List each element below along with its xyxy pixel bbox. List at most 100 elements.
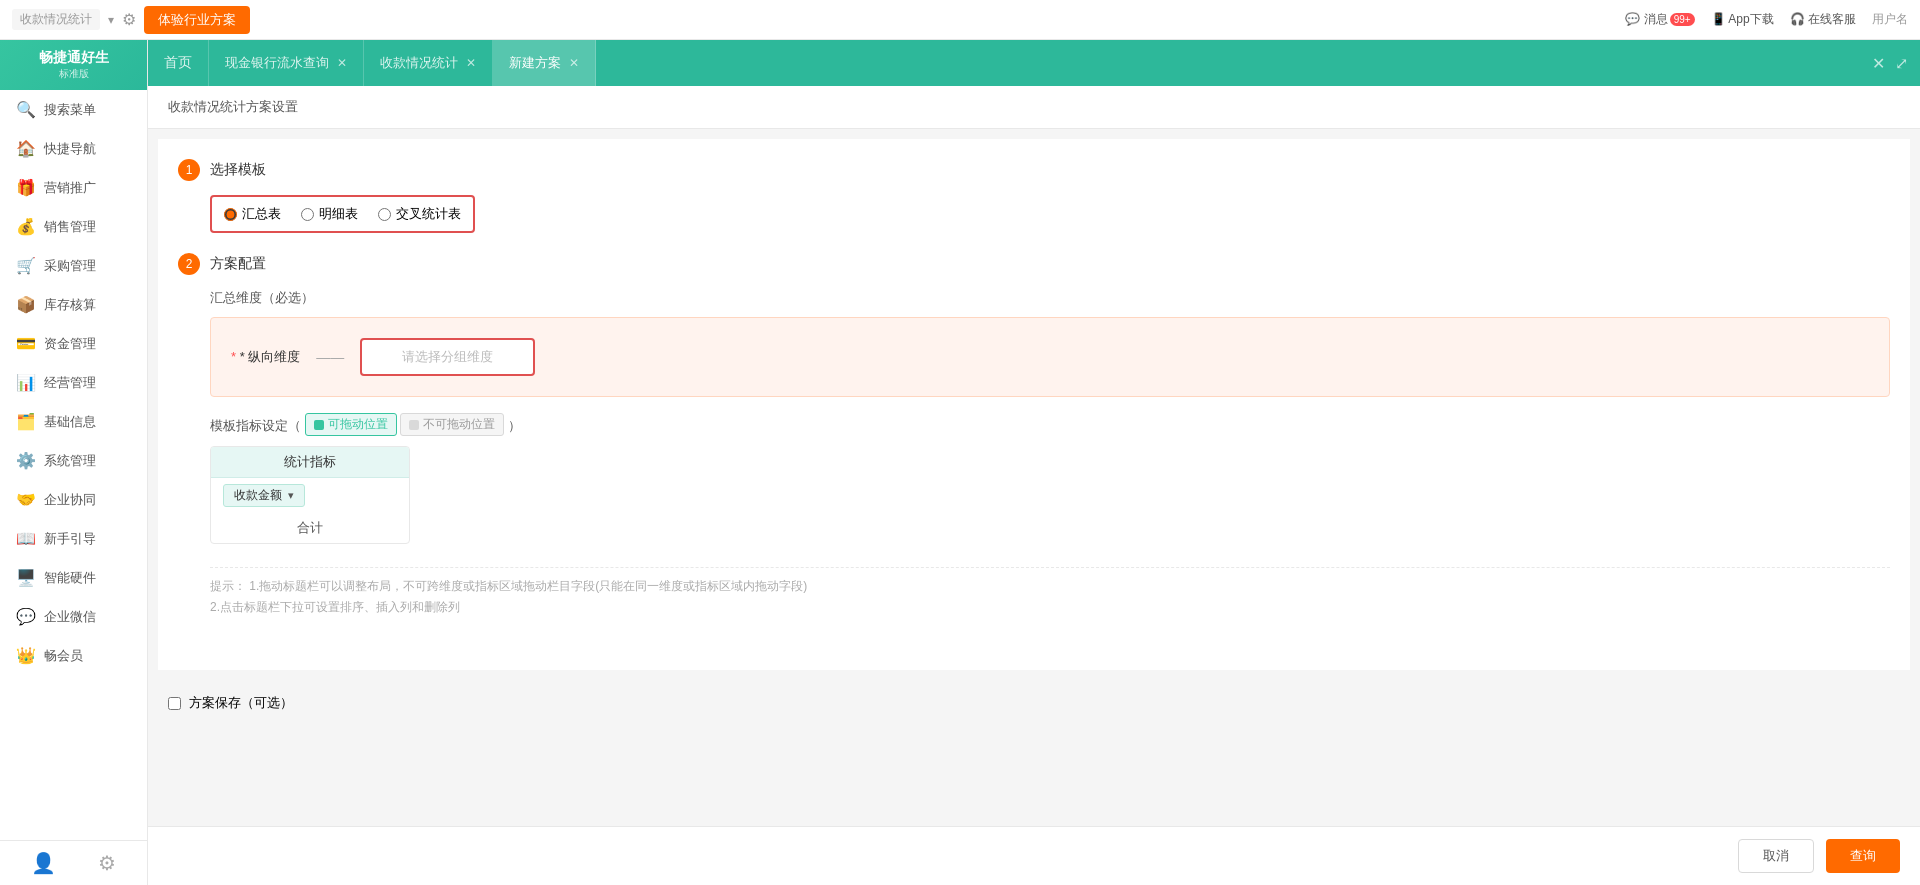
settings-icon: ⚙️ bbox=[16, 451, 36, 470]
metric-config-header: 模板指标设定（ 可拖动位置 不可拖动位置 bbox=[210, 413, 1890, 436]
hint-area: 提示： 1.拖动标题栏可以调整布局，不可跨维度或指标区域拖动栏目字段(只能在同一… bbox=[210, 567, 1890, 630]
search-icon: 🔍 bbox=[16, 100, 36, 119]
crown-icon: 👑 bbox=[16, 646, 36, 665]
notice-badge: 99+ bbox=[1670, 13, 1695, 26]
sidebar-bottom: 👤 ⚙ bbox=[0, 840, 147, 885]
metric-cell: 收款金额 ▾ bbox=[211, 478, 409, 513]
cart-icon: 🛒 bbox=[16, 256, 36, 275]
metric-dropdown-icon[interactable]: ▾ bbox=[288, 489, 294, 502]
sidebar-item-quick-nav[interactable]: 🏠 快捷导航 bbox=[0, 129, 147, 168]
page-content: 收款情况统计方案设置 1 选择模板 汇总表 bbox=[148, 86, 1920, 826]
sidebar-item-wechat[interactable]: 💬 企业微信 bbox=[0, 597, 147, 636]
dimension-label: 汇总维度（必选） bbox=[210, 289, 1890, 307]
dimension-placeholder[interactable]: 请选择分组维度 bbox=[360, 338, 535, 376]
sidebar-item-search-menu[interactable]: 🔍 搜索菜单 bbox=[0, 90, 147, 129]
tab-collection-stat[interactable]: 收款情况统计 ✕ bbox=[364, 40, 493, 86]
tab-bank-flow[interactable]: 现金银行流水查询 ✕ bbox=[209, 40, 364, 86]
metric-tag[interactable]: 收款金额 ▾ bbox=[223, 484, 305, 507]
sidebar-item-marketing[interactable]: 🎁 营销推广 bbox=[0, 168, 147, 207]
trial-button[interactable]: 体验行业方案 bbox=[144, 6, 250, 34]
dimension-row: * * 纵向维度 —— 请选择分组维度 bbox=[231, 338, 1869, 376]
sidebar-item-system[interactable]: ⚙️ 系统管理 bbox=[0, 441, 147, 480]
sidebar-label: 系统管理 bbox=[44, 452, 96, 470]
notice-button[interactable]: 💬 消息99+ bbox=[1625, 11, 1694, 28]
step1-badge: 1 bbox=[178, 159, 200, 181]
draggable-badge: 可拖动位置 bbox=[305, 413, 397, 436]
card-icon: 💳 bbox=[16, 334, 36, 353]
logo-text: 畅捷通好生 bbox=[39, 49, 109, 67]
metric-sub-row: 合计 bbox=[211, 513, 409, 543]
tab-home[interactable]: 首页 bbox=[148, 40, 209, 86]
tab-collection-stat-close[interactable]: ✕ bbox=[466, 56, 476, 70]
radio-summary[interactable]: 汇总表 bbox=[224, 205, 281, 223]
radio-cross[interactable]: 交叉统计表 bbox=[378, 205, 461, 223]
hint-line-1: 提示： 1.拖动标题栏可以调整布局，不可跨维度或指标区域拖动栏目字段(只能在同一… bbox=[210, 578, 1890, 595]
tab-bank-flow-close[interactable]: ✕ bbox=[337, 56, 347, 70]
monitor-icon: 🖥️ bbox=[16, 568, 36, 587]
sidebar-item-finance[interactable]: 💳 资金管理 bbox=[0, 324, 147, 363]
top-bar: 收款情况统计 ▾ ⚙ 体验行业方案 💬 消息99+ 📱 App下载 🎧 在线客服… bbox=[0, 0, 1920, 40]
sidebar-label: 销售管理 bbox=[44, 218, 96, 236]
save-checkbox[interactable] bbox=[168, 697, 181, 710]
sidebar-label: 资金管理 bbox=[44, 335, 96, 353]
sidebar-label: 营销推广 bbox=[44, 179, 96, 197]
money-icon: 💰 bbox=[16, 217, 36, 236]
tab-bar: 首页 现金银行流水查询 ✕ 收款情况统计 ✕ 新建方案 ✕ ✕ ⤢ bbox=[148, 40, 1920, 86]
tab-home-label: 首页 bbox=[164, 54, 192, 72]
gear-icon[interactable]: ⚙ bbox=[122, 10, 136, 29]
sidebar-item-inventory[interactable]: 📦 库存核算 bbox=[0, 285, 147, 324]
sidebar-item-guide[interactable]: 📖 新手引导 bbox=[0, 519, 147, 558]
top-bar-right: 💬 消息99+ 📱 App下载 🎧 在线客服 用户名 bbox=[1625, 11, 1908, 28]
sidebar-item-operations[interactable]: 📊 经营管理 bbox=[0, 363, 147, 402]
sidebar-label: 采购管理 bbox=[44, 257, 96, 275]
step2-content: 汇总维度（必选） * * 纵向维度 —— 请选择分组维度 bbox=[210, 289, 1890, 630]
settings-bottom-icon[interactable]: ⚙ bbox=[98, 851, 116, 875]
radio-cross-label: 交叉统计表 bbox=[396, 205, 461, 223]
sidebar-label: 新手引导 bbox=[44, 530, 96, 548]
radio-summary-input[interactable] bbox=[224, 208, 237, 221]
query-button[interactable]: 查询 bbox=[1826, 839, 1900, 873]
tab-expand-icon[interactable]: ⤢ bbox=[1895, 54, 1908, 73]
tab-close-all-icon[interactable]: ✕ bbox=[1872, 54, 1885, 73]
sidebar-item-basic-info[interactable]: 🗂️ 基础信息 bbox=[0, 402, 147, 441]
cancel-button[interactable]: 取消 bbox=[1738, 839, 1814, 873]
sidebar-item-purchase[interactable]: 🛒 采购管理 bbox=[0, 246, 147, 285]
step1-header: 1 选择模板 bbox=[178, 159, 1890, 181]
chart-icon: 📊 bbox=[16, 373, 36, 392]
tab-new-plan-close[interactable]: ✕ bbox=[569, 56, 579, 70]
sidebar-label: 库存核算 bbox=[44, 296, 96, 314]
download-button[interactable]: 📱 App下载 bbox=[1711, 11, 1774, 28]
home-icon: 🏠 bbox=[16, 139, 36, 158]
metric-tag-label: 收款金额 bbox=[234, 487, 282, 504]
sidebar-item-cooperation[interactable]: 🤝 企业协同 bbox=[0, 480, 147, 519]
step2-section: 2 方案配置 汇总维度（必选） * * 纵向维度 —— bbox=[178, 253, 1890, 630]
sidebar: 畅捷通好生 标准版 🔍 搜索菜单 🏠 快捷导航 🎁 营销推广 💰 销售管理 🛒 … bbox=[0, 40, 148, 885]
non-draggable-badge: 不可拖动位置 bbox=[400, 413, 504, 436]
sidebar-item-sales[interactable]: 💰 销售管理 bbox=[0, 207, 147, 246]
radio-detail-input[interactable] bbox=[301, 208, 314, 221]
tab-bar-actions: ✕ ⤢ bbox=[1860, 40, 1920, 86]
sidebar-item-hardware[interactable]: 🖥️ 智能硬件 bbox=[0, 558, 147, 597]
folder-icon: 🗂️ bbox=[16, 412, 36, 431]
footer-bar: 取消 查询 bbox=[148, 826, 1920, 885]
logo-sub: 标准版 bbox=[59, 67, 89, 81]
tab-new-plan[interactable]: 新建方案 ✕ bbox=[493, 40, 596, 86]
sidebar-logo: 畅捷通好生 标准版 bbox=[0, 40, 147, 90]
tab-bank-flow-label: 现金银行流水查询 bbox=[225, 54, 329, 72]
sidebar-label: 畅会员 bbox=[44, 647, 83, 665]
service-button[interactable]: 🎧 在线客服 bbox=[1790, 11, 1856, 28]
radio-detail[interactable]: 明细表 bbox=[301, 205, 358, 223]
sidebar-label: 智能硬件 bbox=[44, 569, 96, 587]
user-avatar-icon[interactable]: 👤 bbox=[31, 851, 56, 875]
metric-section-label: 统计指标 bbox=[211, 447, 409, 478]
form-area: 1 选择模板 汇总表 明细表 bbox=[158, 139, 1910, 670]
handshake-icon: 🤝 bbox=[16, 490, 36, 509]
sidebar-item-member[interactable]: 👑 畅会员 bbox=[0, 636, 147, 675]
metric-table-area: 统计指标 收款金额 ▾ 合计 bbox=[210, 446, 410, 544]
template-radio-group: 汇总表 明细表 交叉统计表 bbox=[210, 195, 475, 233]
sidebar-label: 企业微信 bbox=[44, 608, 96, 626]
top-bar-left: 收款情况统计 ▾ ⚙ 体验行业方案 bbox=[12, 6, 1617, 34]
radio-cross-input[interactable] bbox=[378, 208, 391, 221]
tab-collection-stat-label: 收款情况统计 bbox=[380, 54, 458, 72]
gift-icon: 🎁 bbox=[16, 178, 36, 197]
